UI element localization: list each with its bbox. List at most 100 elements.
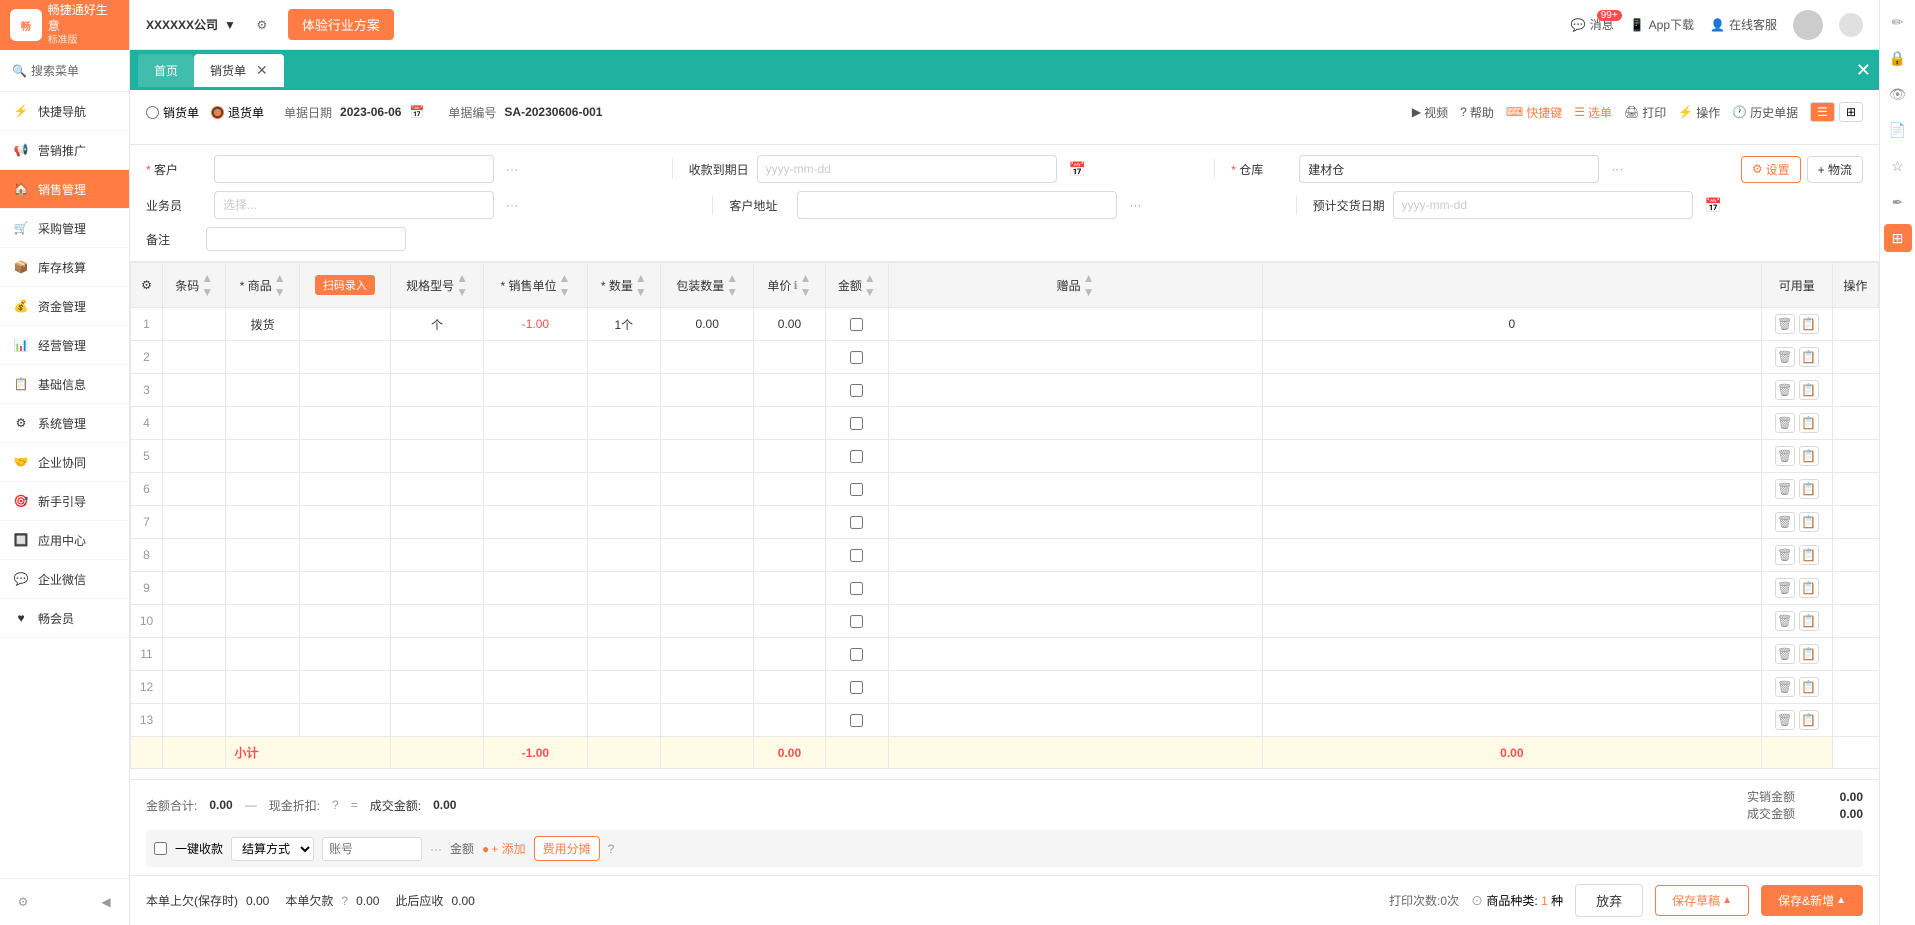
gift-checkbox[interactable] <box>850 582 863 595</box>
row-spec[interactable] <box>299 572 390 605</box>
radio-return[interactable]: 退货单 <box>211 104 264 121</box>
delete-icon[interactable]: 🗑 <box>1775 545 1795 565</box>
gift-checkbox[interactable] <box>850 615 863 628</box>
right-icon-star[interactable]: ☆ <box>1884 152 1912 180</box>
copy-icon[interactable]: 📋 <box>1799 512 1819 532</box>
select-order-btn[interactable]: ☰选单 <box>1574 104 1612 121</box>
radio-sale[interactable]: 销货单 <box>146 104 199 121</box>
sidebar-item-guide[interactable]: 🎯新手引导 <box>0 482 129 521</box>
row-product[interactable] <box>226 407 299 440</box>
product-type-label[interactable]: ⊙ <box>1471 894 1483 908</box>
row-unit[interactable] <box>390 539 483 572</box>
right-icon-pen[interactable]: ✒ <box>1884 188 1912 216</box>
copy-icon[interactable]: 📋 <box>1799 446 1819 466</box>
expected-date-input[interactable] <box>1393 191 1693 219</box>
save-new-button[interactable]: 保存&新增 ▲ <box>1761 885 1863 916</box>
row-barcode[interactable] <box>163 440 226 473</box>
row-qty[interactable] <box>484 704 587 737</box>
row-price[interactable] <box>661 605 754 638</box>
delete-icon[interactable]: 🗑 <box>1775 677 1795 697</box>
sidebar-item-quick-nav[interactable]: ⚡快捷导航 <box>0 92 129 131</box>
row-amount[interactable] <box>754 638 825 671</box>
row-product[interactable] <box>226 638 299 671</box>
sidebar-settings-icon[interactable]: ⚙ <box>8 887 38 917</box>
row-amount[interactable] <box>754 440 825 473</box>
row-qty[interactable] <box>484 473 587 506</box>
user-avatar2[interactable] <box>1839 13 1863 37</box>
gift-checkbox[interactable] <box>850 516 863 529</box>
row-qty[interactable] <box>484 374 587 407</box>
row-amount[interactable] <box>754 374 825 407</box>
row-pack-qty[interactable] <box>587 539 660 572</box>
row-spec[interactable] <box>299 704 390 737</box>
notes-input[interactable] <box>206 227 406 251</box>
row-product[interactable]: 拨货 <box>226 308 299 341</box>
row-gift[interactable] <box>825 572 888 605</box>
gift-checkbox[interactable] <box>850 450 863 463</box>
row-pack-qty[interactable] <box>587 407 660 440</box>
row-qty[interactable] <box>484 605 587 638</box>
row-barcode[interactable] <box>163 374 226 407</box>
row-product[interactable] <box>226 572 299 605</box>
row-unit[interactable] <box>390 407 483 440</box>
payment-account-input[interactable] <box>322 837 422 861</box>
row-amount[interactable] <box>754 407 825 440</box>
experience-button[interactable]: 体验行业方案 <box>288 9 394 40</box>
row-pack-qty[interactable] <box>587 572 660 605</box>
copy-icon[interactable]: 📋 <box>1799 644 1819 664</box>
row-gift[interactable] <box>825 671 888 704</box>
row-barcode[interactable] <box>163 704 226 737</box>
delete-icon[interactable]: 🗑 <box>1775 446 1795 466</box>
row-product[interactable] <box>226 605 299 638</box>
tab-home[interactable]: 首页 <box>138 54 194 87</box>
row-gift[interactable] <box>825 473 888 506</box>
right-icon-doc[interactable]: 📄 <box>1884 116 1912 144</box>
row-qty[interactable] <box>484 506 587 539</box>
list-view-btn[interactable]: ☰ <box>1810 102 1835 122</box>
row-amount[interactable] <box>754 671 825 704</box>
row-unit[interactable] <box>390 704 483 737</box>
shortcut-btn[interactable]: ⌨快捷键 <box>1506 104 1562 121</box>
sidebar-item-marketing[interactable]: 📢营销推广 <box>0 131 129 170</box>
row-spec[interactable] <box>299 341 390 374</box>
copy-icon[interactable]: 📋 <box>1799 710 1819 730</box>
row-pack-qty[interactable] <box>587 440 660 473</box>
salesperson-more-icon[interactable]: ··· <box>506 198 518 212</box>
sidebar-item-business-mgmt[interactable]: 📊经营管理 <box>0 326 129 365</box>
row-gift[interactable] <box>825 605 888 638</box>
row-amount[interactable] <box>754 605 825 638</box>
sidebar-item-enterprise[interactable]: 🤝企业协同 <box>0 443 129 482</box>
row-spec[interactable] <box>299 539 390 572</box>
row-barcode[interactable] <box>163 572 226 605</box>
row-gift[interactable] <box>825 638 888 671</box>
payment-method-select[interactable]: 结算方式 <box>231 837 314 861</box>
row-barcode[interactable] <box>163 341 226 374</box>
expense-split-btn[interactable]: 费用分摊 <box>534 836 600 861</box>
expense-help-icon[interactable]: ? <box>608 842 615 856</box>
tab-close-window[interactable]: ✕ <box>1856 60 1871 81</box>
save-draft-button[interactable]: 保存草稿 ▲ <box>1655 885 1749 916</box>
row-barcode[interactable] <box>163 671 226 704</box>
logistics-button[interactable]: + 物流 <box>1807 156 1863 183</box>
delete-icon[interactable]: 🗑 <box>1775 380 1795 400</box>
history-btn[interactable]: 🕐历史单据 <box>1732 104 1798 121</box>
row-pack-qty[interactable] <box>587 605 660 638</box>
message-icon-item[interactable]: 💬 消息 99+ <box>1571 16 1614 33</box>
row-spec[interactable] <box>299 374 390 407</box>
delete-icon[interactable]: 🗑 <box>1775 479 1795 499</box>
add-payment-btn[interactable]: ● + 添加 <box>482 840 526 857</box>
gift-checkbox[interactable] <box>850 714 863 727</box>
row-qty[interactable]: -1.00 <box>484 308 587 341</box>
sidebar-item-vip[interactable]: ♥畅会员 <box>0 599 129 638</box>
customer-address-input[interactable] <box>797 191 1117 219</box>
row-unit[interactable] <box>390 605 483 638</box>
row-unit[interactable] <box>390 440 483 473</box>
right-icon-edit[interactable]: ✏ <box>1884 8 1912 36</box>
row-barcode[interactable] <box>163 473 226 506</box>
row-pack-qty[interactable] <box>587 638 660 671</box>
row-qty[interactable] <box>484 407 587 440</box>
row-gift[interactable] <box>825 704 888 737</box>
row-qty[interactable] <box>484 440 587 473</box>
customer-input[interactable] <box>214 155 494 183</box>
row-gift[interactable] <box>825 374 888 407</box>
